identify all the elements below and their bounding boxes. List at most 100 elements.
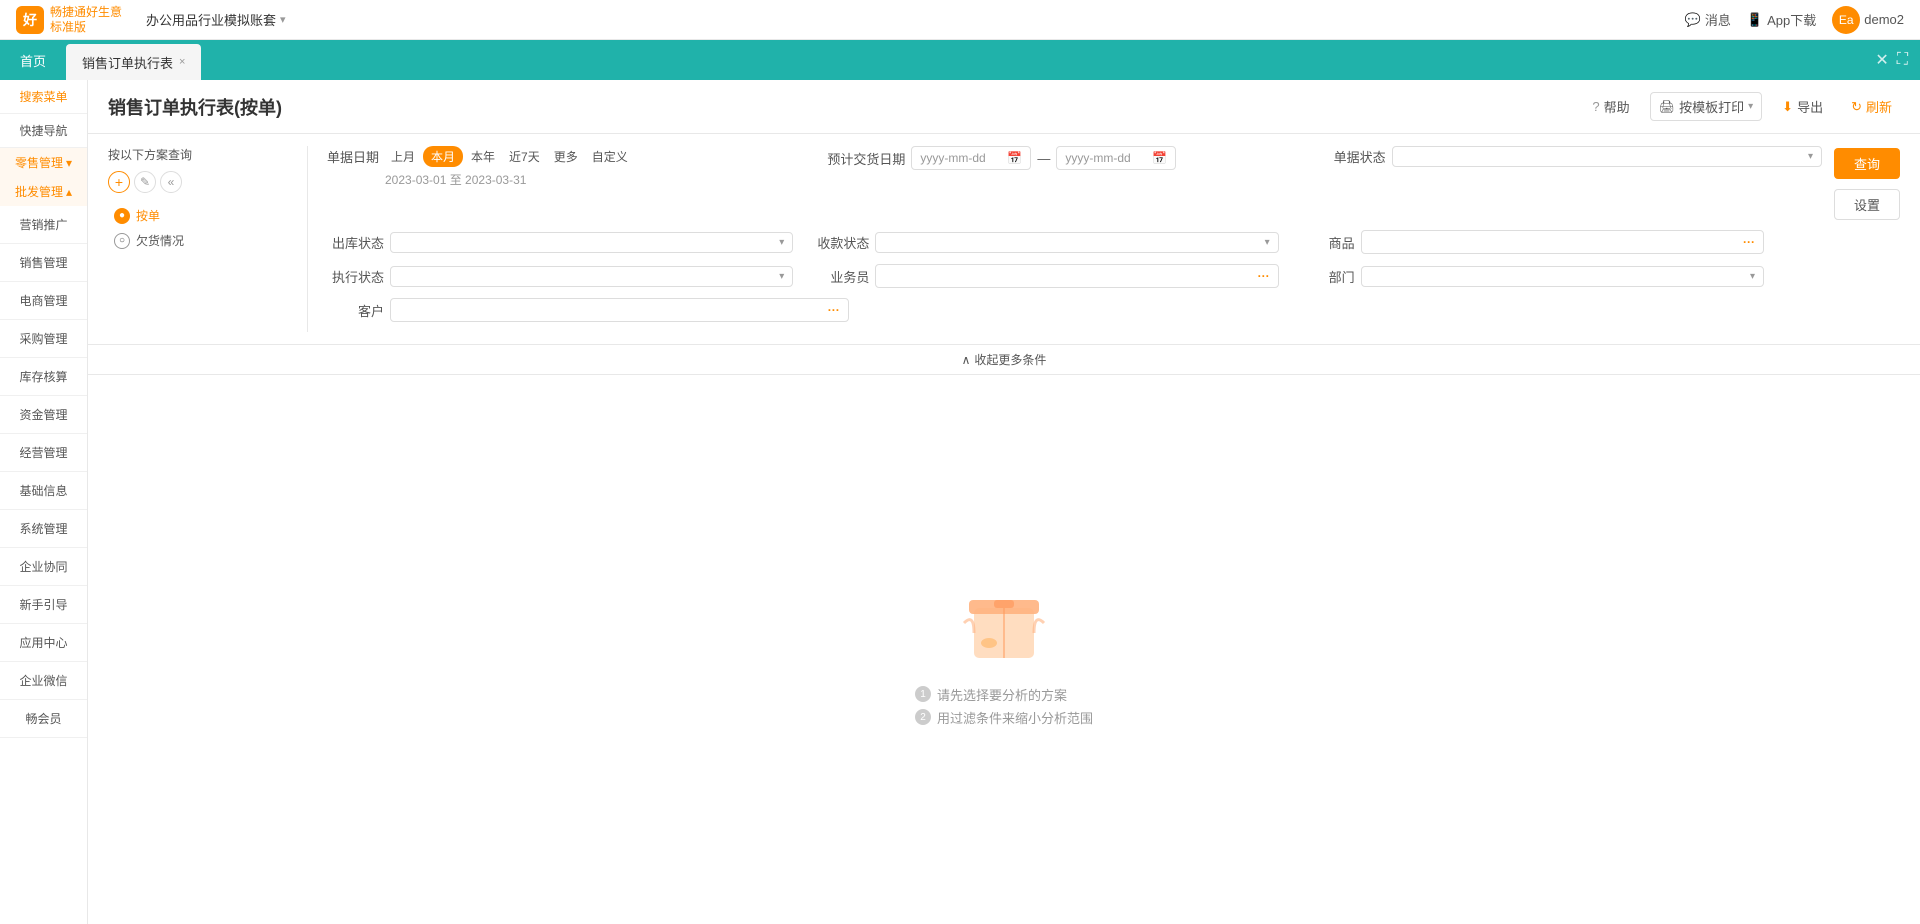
- sidebar-item-wholesale[interactable]: 批发管理 ▴: [0, 177, 87, 206]
- customer-multi[interactable]: ···: [390, 298, 849, 322]
- goods-dots-icon: ···: [1743, 235, 1755, 249]
- scheme-item-order[interactable]: ● 按单: [108, 203, 295, 228]
- avatar: Ea: [1832, 6, 1860, 34]
- calendar-icon-to: 📅: [1152, 151, 1167, 165]
- edit-scheme-btn[interactable]: ✎: [134, 171, 156, 193]
- filter-row-2: 出库状态 ▾ 收款状态 ▾: [324, 230, 1900, 254]
- logo-area: 好 畅捷通好生意 标准版: [16, 5, 122, 34]
- sidebar-item-marketing[interactable]: 营销推广: [0, 206, 87, 244]
- date-label: 单据日期: [324, 147, 379, 166]
- exec-select[interactable]: ▾: [390, 266, 793, 287]
- sidebar-item-retail[interactable]: 零售管理 ▾: [0, 148, 87, 177]
- customer-filter: 客户 ···: [324, 298, 849, 322]
- goods-multi[interactable]: ···: [1361, 230, 1764, 254]
- sidebar-item-inventory[interactable]: 库存核算: [0, 358, 87, 396]
- exec-chevron-icon: ▾: [779, 271, 784, 282]
- dept-chevron-icon: ▾: [1750, 271, 1755, 282]
- set-button[interactable]: 设置: [1834, 189, 1900, 220]
- app-download-btn[interactable]: 📱 App下载: [1747, 10, 1816, 29]
- help-icon: ?: [1592, 99, 1599, 114]
- date-tab-thismonth[interactable]: 本月: [423, 146, 463, 167]
- sidebar-item-purchase[interactable]: 采购管理: [0, 320, 87, 358]
- date-range-display: 2023-03-01 至 2023-03-31: [385, 171, 526, 188]
- dept-select[interactable]: ▾: [1361, 266, 1764, 287]
- collapse-up-icon: ∧: [962, 353, 971, 367]
- exec-label: 执行状态: [324, 267, 384, 286]
- goods-filter: 商品 ···: [1295, 230, 1764, 254]
- export-btn[interactable]: ⬇ 导出: [1774, 93, 1831, 120]
- filter-scheme-actions: + ✎ «: [108, 171, 295, 193]
- refresh-btn[interactable]: ↻ 刷新: [1843, 93, 1900, 120]
- sidebar-item-newuser[interactable]: 新手引导: [0, 586, 87, 624]
- sidebar-item-finance[interactable]: 资金管理: [0, 396, 87, 434]
- date-tab-custom[interactable]: 自定义: [586, 146, 634, 167]
- scheme-dot-active: ●: [114, 208, 130, 224]
- message-btn[interactable]: 💬 消息: [1685, 10, 1731, 29]
- print-btn[interactable]: 🖨 按模板打印 ▾: [1650, 92, 1763, 121]
- delivery-select[interactable]: ▾: [390, 232, 793, 253]
- filter-scheme-panel: 按以下方案查询 + ✎ « ● 按单 ○ 欠货情况: [108, 146, 308, 332]
- main: 搜索菜单 快捷导航 零售管理 ▾ 批发管理 ▴ 营销推广 销售管理 电商管理 采…: [0, 80, 1920, 924]
- salesman-filter: 业务员 ···: [809, 264, 1278, 288]
- collapse-more-btn[interactable]: ∧ 收起更多条件: [88, 345, 1920, 375]
- date-tab-thisyear[interactable]: 本年: [465, 146, 501, 167]
- empty-state: 1 请先选择要分析的方案 2 用过滤条件来缩小分析范围: [88, 375, 1920, 924]
- date-tab-lastmonth[interactable]: 上月: [385, 146, 421, 167]
- sidebar-item-system[interactable]: 系统管理: [0, 510, 87, 548]
- content-area: 销售订单执行表(按单) ? 帮助 🖨 按模板打印 ▾ ⬇ 导出 ↻ 刷新: [88, 80, 1920, 924]
- salesman-multi[interactable]: ···: [875, 264, 1278, 288]
- filter-form: 单据日期 上月 本月 本年 近7天 更多 自定义: [308, 146, 1900, 332]
- sidebar-item-appstore[interactable]: 应用中心: [0, 624, 87, 662]
- sidebar-item-quicknav[interactable]: 快捷导航: [0, 114, 87, 148]
- receipt-select[interactable]: ▾: [875, 232, 1278, 253]
- empty-box-svg: [959, 578, 1049, 668]
- sidebar-item-vip[interactable]: 畅会员: [0, 700, 87, 738]
- topbar: 好 畅捷通好生意 标准版 办公用品行业模拟账套 ▾ 💬 消息 📱 App下载 E…: [0, 0, 1920, 40]
- tab-close-icon[interactable]: ×: [179, 56, 185, 68]
- delivery-filter: 出库状态 ▾: [324, 232, 793, 253]
- add-scheme-btn[interactable]: +: [108, 171, 130, 193]
- tab-expand-icon[interactable]: ⛶: [1897, 51, 1908, 69]
- tab-sales-execution[interactable]: 销售订单执行表 ×: [66, 44, 201, 80]
- sidebar: 搜索菜单 快捷导航 零售管理 ▾ 批发管理 ▴ 营销推广 销售管理 电商管理 采…: [0, 80, 88, 924]
- status-label: 单据状态: [1331, 147, 1386, 166]
- sidebar-item-ecommerce[interactable]: 电商管理: [0, 282, 87, 320]
- tab-close-window-icon[interactable]: ✕: [1875, 50, 1888, 70]
- scheme-item-shortage[interactable]: ○ 欠货情况: [108, 228, 295, 253]
- print-chevron-icon: ▾: [1748, 101, 1753, 112]
- filter-row-3: 执行状态 ▾ 业务员 ···: [324, 264, 1900, 288]
- sidebar-item-enterprise[interactable]: 企业协同: [0, 548, 87, 586]
- print-icon: 🖨: [1659, 99, 1676, 115]
- salesman-label: 业务员: [809, 267, 869, 286]
- filter-section: 按以下方案查询 + ✎ « ● 按单 ○ 欠货情况: [88, 134, 1920, 375]
- app-chevron-icon: ▾: [280, 13, 286, 26]
- sidebar-item-sales[interactable]: 销售管理: [0, 244, 87, 282]
- empty-step-1: 1 请先选择要分析的方案: [915, 685, 1093, 704]
- date-tab-more[interactable]: 更多: [548, 146, 584, 167]
- user-profile[interactable]: Ea demo2: [1832, 6, 1904, 34]
- customer-dots-icon: ···: [828, 303, 840, 317]
- download-icon: 📱: [1747, 12, 1763, 28]
- help-btn[interactable]: ? 帮助: [1584, 93, 1637, 120]
- sidebar-item-wechat[interactable]: 企业微信: [0, 662, 87, 700]
- empty-illustration: [954, 573, 1054, 673]
- delivery-chevron-icon: ▾: [779, 237, 784, 248]
- collapse-scheme-btn[interactable]: «: [160, 171, 182, 193]
- date-tab-7days[interactable]: 近7天: [503, 146, 546, 167]
- receipt-label: 收款状态: [809, 233, 869, 252]
- sidebar-item-operations[interactable]: 经营管理: [0, 434, 87, 472]
- logo-icon: 好: [16, 6, 44, 34]
- status-select[interactable]: ▾: [1392, 146, 1822, 167]
- retail-chevron-icon: ▾: [66, 156, 72, 170]
- status-chevron-icon: ▾: [1808, 151, 1813, 162]
- expected-date-to[interactable]: yyyy-mm-dd 📅: [1056, 146, 1176, 170]
- topbar-app-name[interactable]: 办公用品行业模拟账套 ▾: [146, 10, 286, 29]
- query-btn-area: 查询 设置: [1834, 146, 1900, 220]
- query-button[interactable]: 查询: [1834, 148, 1900, 179]
- sidebar-item-basic[interactable]: 基础信息: [0, 472, 87, 510]
- tab-home[interactable]: 首页: [0, 40, 66, 80]
- sidebar-item-search[interactable]: 搜索菜单: [0, 80, 87, 114]
- topbar-left: 好 畅捷通好生意 标准版 办公用品行业模拟账套 ▾: [16, 5, 286, 34]
- expected-date-from[interactable]: yyyy-mm-dd 📅: [911, 146, 1031, 170]
- step-num-1: 1: [915, 686, 931, 702]
